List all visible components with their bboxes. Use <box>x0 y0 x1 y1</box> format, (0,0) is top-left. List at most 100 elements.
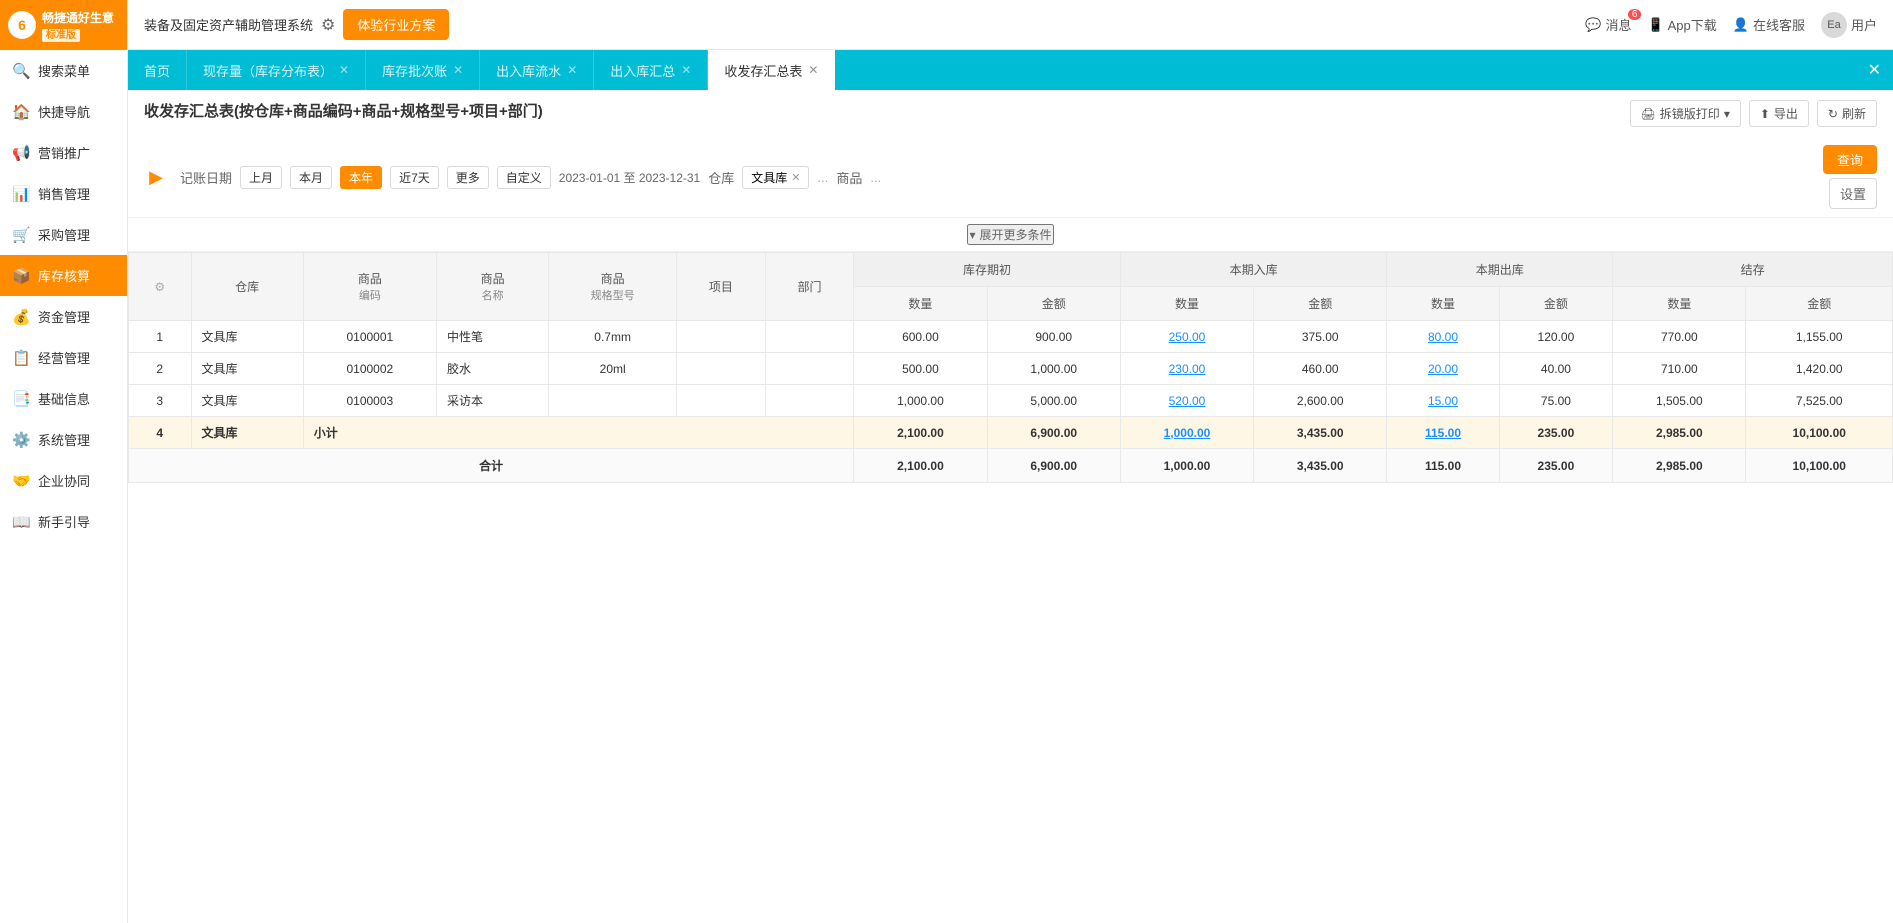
basic-icon: 📑 <box>12 390 30 408</box>
export-btn[interactable]: ⬆ 导出 <box>1749 100 1809 127</box>
row1-open-qty: 600.00 <box>854 321 987 353</box>
tab-batch-close[interactable]: ✕ <box>453 63 463 77</box>
product-label: 商品 <box>836 168 862 187</box>
row1-out-amt: 120.00 <box>1499 321 1613 353</box>
subtotal-close-amt: 10,100.00 <box>1746 417 1893 449</box>
date-this-month-btn[interactable]: 本月 <box>290 166 332 189</box>
product-more[interactable]: ... <box>870 170 881 185</box>
date-range-display: 2023-01-01 至 2023-12-31 <box>559 169 700 186</box>
total-out-amt: 235.00 <box>1499 449 1613 483</box>
date-custom-btn[interactable]: 自定义 <box>497 166 551 189</box>
row3-name: 采访本 <box>436 385 548 417</box>
row2-open-qty: 500.00 <box>854 353 987 385</box>
sidebar-item-search[interactable]: 🔍 搜索菜单 <box>0 50 127 91</box>
user-btn[interactable]: Ea 用户 <box>1821 12 1877 38</box>
subtotal-num: 4 <box>129 417 192 449</box>
row1-in-qty[interactable]: 250.00 <box>1120 321 1253 353</box>
row1-spec: 0.7mm <box>549 321 677 353</box>
gear-icon[interactable]: ⚙ <box>321 15 335 35</box>
tab-recv-send[interactable]: 收发存汇总表 ✕ <box>708 50 835 90</box>
row3-in-amt: 2,600.00 <box>1254 385 1387 417</box>
sidebar-item-operations[interactable]: 📋 经营管理 <box>0 337 127 378</box>
tab-inventory-dist-close[interactable]: ✕ <box>339 63 349 77</box>
setting-btn[interactable]: 设置 <box>1829 178 1877 209</box>
row2-in-amt: 460.00 <box>1254 353 1387 385</box>
expand-chevron-icon: ▾ <box>969 228 975 242</box>
row1-in-amt: 375.00 <box>1254 321 1387 353</box>
sidebar-item-basic[interactable]: 📑 基础信息 <box>0 378 127 419</box>
tab-in-out-flow-label: 出入库流水 <box>496 61 561 80</box>
sidebar-item-cooperation[interactable]: 🤝 企业协同 <box>0 460 127 501</box>
row1-out-qty[interactable]: 80.00 <box>1387 321 1499 353</box>
total-row: 合计 2,100.00 6,900.00 1,000.00 3,435.00 1… <box>129 449 1893 483</box>
sidebar-item-inventory[interactable]: 📦 库存核算 <box>0 255 127 296</box>
inventory-icon: 📦 <box>12 267 30 285</box>
refresh-btn[interactable]: ↻ 刷新 <box>1817 100 1877 127</box>
th-warehouse: 仓库 <box>191 253 303 321</box>
row2-code: 0100002 <box>303 353 436 385</box>
subtotal-out-qty[interactable]: 115.00 <box>1387 417 1499 449</box>
message-btn[interactable]: 💬 6 消息 <box>1585 15 1631 34</box>
data-table: ⚙ 仓库 商品编码 商品名称 商品规格型号 项目 部门 库存期初 本期入库 本期… <box>128 252 1893 483</box>
row3-spec <box>549 385 677 417</box>
sidebar-item-sales[interactable]: 📊 销售管理 <box>0 173 127 214</box>
subtotal-close-qty: 2,985.00 <box>1613 417 1746 449</box>
row3-out-qty[interactable]: 15.00 <box>1387 385 1499 417</box>
total-close-qty: 2,985.00 <box>1613 449 1746 483</box>
row3-in-qty[interactable]: 520.00 <box>1120 385 1253 417</box>
tab-in-out-flow[interactable]: 出入库流水 ✕ <box>480 50 594 90</box>
subtotal-in-qty[interactable]: 1,000.00 <box>1120 417 1253 449</box>
sidebar-item-marketing[interactable]: 📢 营销推广 <box>0 132 127 173</box>
notification-badge: 6 <box>1628 9 1642 20</box>
sidebar-item-quick-nav[interactable]: 🏠 快捷导航 <box>0 91 127 132</box>
th-close-amt: 金额 <box>1746 287 1893 321</box>
warehouse-tag[interactable]: 文具库 ✕ <box>742 166 809 189</box>
date-more-btn[interactable]: 更多 <box>447 166 489 189</box>
export-icon: ⬆ <box>1760 107 1770 121</box>
warehouse-more[interactable]: ... <box>817 170 828 185</box>
tab-home[interactable]: 首页 <box>128 50 187 90</box>
row1-open-amt: 900.00 <box>987 321 1120 353</box>
expand-label: 展开更多条件 <box>980 226 1052 243</box>
sidebar-item-guide[interactable]: 📖 新手引导 <box>0 501 127 542</box>
experience-btn[interactable]: 体验行业方案 <box>343 9 449 40</box>
print-icon: 🖨 <box>1641 107 1656 121</box>
tab-batch[interactable]: 库存批次账 ✕ <box>366 50 480 90</box>
sidebar-item-system[interactable]: ⚙️ 系统管理 <box>0 419 127 460</box>
tab-inventory-dist[interactable]: 现存量（库存分布表） ✕ <box>187 50 366 90</box>
th-project: 项目 <box>677 253 766 321</box>
tab-in-out-summary[interactable]: 出入库汇总 ✕ <box>594 50 708 90</box>
online-service-btn[interactable]: 👤 在线客服 <box>1733 15 1805 34</box>
sidebar-item-guide-label: 新手引导 <box>38 512 90 531</box>
row2-out-qty[interactable]: 20.00 <box>1387 353 1499 385</box>
date-last-month-btn[interactable]: 上月 <box>240 166 282 189</box>
total-in-amt: 3,435.00 <box>1254 449 1387 483</box>
subtotal-warehouse: 文具库 <box>191 417 303 449</box>
date-7days-btn[interactable]: 近7天 <box>390 166 439 189</box>
sidebar-item-system-label: 系统管理 <box>38 430 90 449</box>
tab-batch-label: 库存批次账 <box>382 61 447 80</box>
table-setting-icon[interactable]: ⚙ <box>129 253 192 321</box>
app-download-btn[interactable]: 📱 App下载 <box>1647 15 1716 34</box>
sidebar-item-finance[interactable]: 💰 资金管理 <box>0 296 127 337</box>
query-btn[interactable]: 查询 <box>1823 145 1877 174</box>
page-inner: 收发存汇总表(按仓库+商品编码+商品+规格型号+项目+部门) 🖨 拆镜版打印 ▾… <box>128 90 1893 923</box>
row3-dept <box>765 385 854 417</box>
page-header-row: 收发存汇总表(按仓库+商品编码+商品+规格型号+项目+部门) 🖨 拆镜版打印 ▾… <box>128 90 1893 137</box>
row2-warehouse: 文具库 <box>191 353 303 385</box>
tab-in-out-flow-close[interactable]: ✕ <box>567 63 577 77</box>
sidebar-item-purchase[interactable]: 🛒 采购管理 <box>0 214 127 255</box>
tabbar-close-icon[interactable]: ✕ <box>1856 60 1893 80</box>
online-service-label: 在线客服 <box>1753 15 1805 34</box>
warehouse-tag-close[interactable]: ✕ <box>791 171 800 184</box>
row2-in-qty[interactable]: 230.00 <box>1120 353 1253 385</box>
filter-toggle-btn[interactable]: ▶ <box>144 165 168 189</box>
chevron-down-icon: ▾ <box>1724 107 1730 121</box>
print-btn[interactable]: 🖨 拆镜版打印 ▾ <box>1630 100 1741 127</box>
date-this-year-btn[interactable]: 本年 <box>340 166 382 189</box>
expand-btn[interactable]: ▾ 展开更多条件 <box>967 224 1053 245</box>
sidebar-item-basic-label: 基础信息 <box>38 389 90 408</box>
row2-close-qty: 710.00 <box>1613 353 1746 385</box>
tab-recv-send-close[interactable]: ✕ <box>808 63 818 77</box>
tab-in-out-summary-close[interactable]: ✕ <box>681 63 691 77</box>
